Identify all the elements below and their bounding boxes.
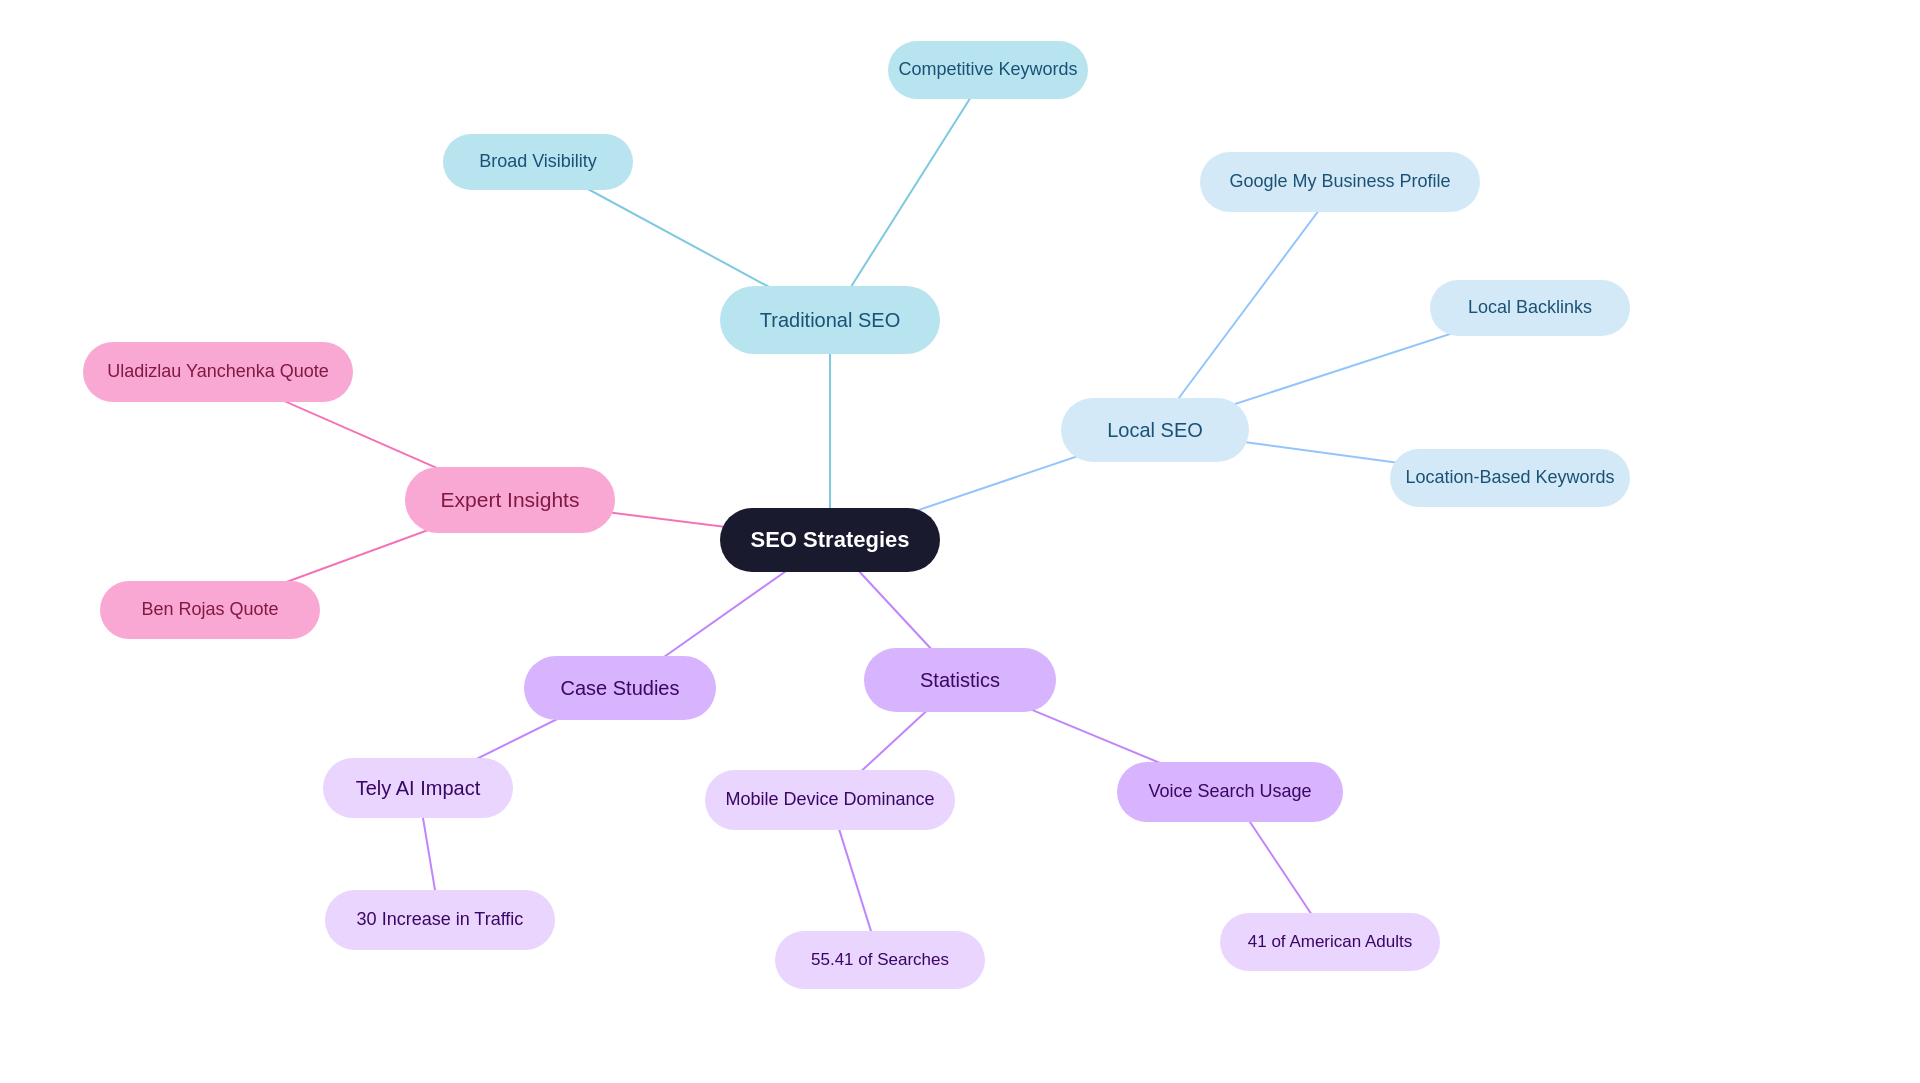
tely-ai-impact-label: Tely AI Impact xyxy=(352,775,485,801)
mobile-dominance-label: Mobile Device Dominance xyxy=(721,788,938,811)
ben-rojas-quote-label: Ben Rojas Quote xyxy=(137,598,282,621)
increase-traffic-node[interactable]: 30 Increase in Traffic xyxy=(325,890,555,950)
svg-line-4 xyxy=(1155,182,1340,430)
uladizlau-quote-label: Uladizlau Yanchenka Quote xyxy=(103,360,332,383)
case-studies-label: Case Studies xyxy=(557,675,684,701)
traditional-seo-node[interactable]: Traditional SEO xyxy=(720,286,940,354)
google-my-business-label: Google My Business Profile xyxy=(1225,170,1454,193)
svg-line-1 xyxy=(830,70,988,320)
broad-visibility-node[interactable]: Broad Visibility xyxy=(443,134,633,190)
competitive-keywords-node[interactable]: Competitive Keywords xyxy=(888,41,1088,99)
increase-traffic-label: 30 Increase in Traffic xyxy=(353,908,528,931)
traditional-seo-label: Traditional SEO xyxy=(756,307,904,333)
location-keywords-label: Location-Based Keywords xyxy=(1401,466,1618,489)
ben-rojas-quote-node[interactable]: Ben Rojas Quote xyxy=(100,581,320,639)
statistics-node[interactable]: Statistics xyxy=(864,648,1056,712)
tely-ai-impact-node[interactable]: Tely AI Impact xyxy=(323,758,513,818)
american-adults-label: 41 of American Adults xyxy=(1244,931,1416,953)
competitive-keywords-label: Competitive Keywords xyxy=(894,58,1081,81)
statistics-label: Statistics xyxy=(916,667,1004,693)
american-adults-node[interactable]: 41 of American Adults xyxy=(1220,913,1440,971)
searches-stat-node[interactable]: 55.41 of Searches xyxy=(775,931,985,989)
local-seo-node[interactable]: Local SEO xyxy=(1061,398,1249,462)
local-seo-label: Local SEO xyxy=(1103,417,1207,443)
expert-insights-label: Expert Insights xyxy=(437,486,584,513)
mobile-dominance-node[interactable]: Mobile Device Dominance xyxy=(705,770,955,830)
google-my-business-node[interactable]: Google My Business Profile xyxy=(1200,152,1480,212)
expert-insights-node[interactable]: Expert Insights xyxy=(405,467,615,533)
broad-visibility-label: Broad Visibility xyxy=(475,150,601,173)
mind-map-connections xyxy=(0,0,1920,1083)
local-backlinks-label: Local Backlinks xyxy=(1464,296,1596,319)
searches-stat-label: 55.41 of Searches xyxy=(807,949,953,971)
voice-search-label: Voice Search Usage xyxy=(1144,780,1315,803)
local-backlinks-node[interactable]: Local Backlinks xyxy=(1430,280,1630,336)
uladizlau-quote-node[interactable]: Uladizlau Yanchenka Quote xyxy=(83,342,353,402)
center-node[interactable]: SEO Strategies xyxy=(720,508,940,572)
location-keywords-node[interactable]: Location-Based Keywords xyxy=(1390,449,1630,507)
case-studies-node[interactable]: Case Studies xyxy=(524,656,716,720)
voice-search-node[interactable]: Voice Search Usage xyxy=(1117,762,1343,822)
center-label: SEO Strategies xyxy=(747,526,914,555)
